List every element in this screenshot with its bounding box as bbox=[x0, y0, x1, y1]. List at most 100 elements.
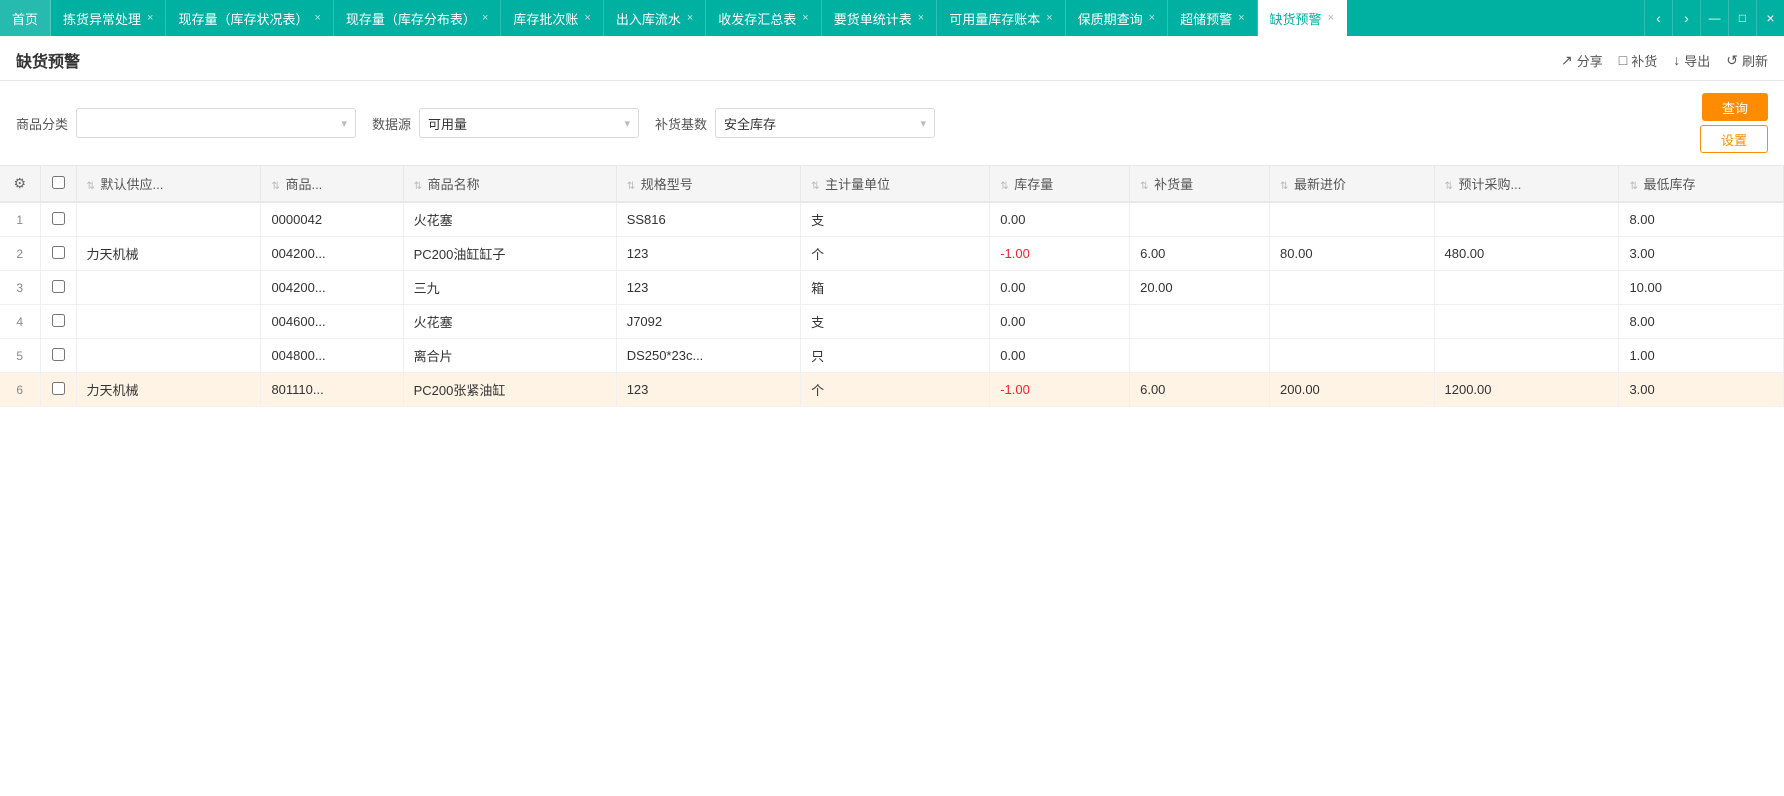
close-orderstats-icon[interactable]: × bbox=[918, 12, 924, 24]
replenish-button[interactable]: □ 补货 bbox=[1619, 51, 1657, 70]
row-checkbox-cell[interactable] bbox=[40, 202, 76, 237]
nav-tab-shortage[interactable]: 缺货预警 × bbox=[1258, 0, 1347, 36]
close-inventory2-icon[interactable]: × bbox=[482, 12, 488, 24]
datasource-chevron-down-icon: ▾ bbox=[625, 117, 631, 130]
col-estimated-purchase[interactable]: ⇅ 预计采购... bbox=[1434, 166, 1619, 202]
close-shortage-icon[interactable]: × bbox=[1328, 12, 1334, 24]
col-default-supplier[interactable]: ⇅ 默认供应... bbox=[76, 166, 261, 202]
close-inoutflow-icon[interactable]: × bbox=[687, 12, 693, 24]
export-button[interactable]: ↓ 导出 bbox=[1673, 51, 1710, 70]
window-maximize-button[interactable]: □ bbox=[1728, 0, 1756, 36]
close-expiryquery-icon[interactable]: × bbox=[1149, 12, 1155, 24]
row-checkbox-cell[interactable] bbox=[40, 271, 76, 305]
row-spec-cell: 123 bbox=[616, 373, 800, 407]
row-name-cell: 火花塞 bbox=[403, 305, 616, 339]
category-select[interactable]: ▾ bbox=[76, 108, 356, 138]
nav-tab-availableaccount-label: 可用量库存账本 bbox=[949, 9, 1040, 28]
nav-tab-batchaccount[interactable]: 库存批次账 × bbox=[501, 0, 603, 36]
replenish-icon: □ bbox=[1619, 52, 1627, 68]
row-unit-cell: 个 bbox=[801, 237, 990, 271]
row-checkbox-cell[interactable] bbox=[40, 339, 76, 373]
nav-tab-inoutflow[interactable]: 出入库流水 × bbox=[604, 0, 706, 36]
replenish-base-filter-item: 补货基数 安全库存 ▾ bbox=[655, 108, 935, 138]
data-table: ⚙ ⇅ 默认供应... ⇅ 商品... ⇅ 商品名称 bbox=[0, 166, 1784, 407]
replenish-label: 补货 bbox=[1631, 51, 1657, 70]
row-estimated-purchase-cell bbox=[1434, 271, 1619, 305]
col-default-supplier-label: 默认供应... bbox=[101, 177, 164, 192]
col-unit[interactable]: ⇅ 主计量单位 bbox=[801, 166, 990, 202]
col-latest-price[interactable]: ⇅ 最新进价 bbox=[1270, 166, 1434, 202]
select-all-checkbox[interactable] bbox=[52, 176, 65, 189]
sort-icon-spec: ⇅ bbox=[627, 181, 635, 192]
row-checkbox-cell[interactable] bbox=[40, 373, 76, 407]
window-minimize-button[interactable]: — bbox=[1700, 0, 1728, 36]
row-spec-cell: DS250*23c... bbox=[616, 339, 800, 373]
sort-icon-code: ⇅ bbox=[271, 181, 279, 192]
table-body: 1 0000042 火花塞 SS816 支 0.00 8.00 2 力天机械 0… bbox=[0, 202, 1784, 407]
nav-tab-orderstats-label: 要货单统计表 bbox=[834, 9, 912, 28]
row-checkbox[interactable] bbox=[52, 280, 65, 293]
query-button[interactable]: 查询 bbox=[1702, 93, 1768, 121]
nav-tab-overstock[interactable]: 超储预警 × bbox=[1168, 0, 1257, 36]
row-checkbox[interactable] bbox=[52, 314, 65, 327]
col-product-code-label: 商品... bbox=[285, 177, 322, 192]
row-checkbox[interactable] bbox=[52, 348, 65, 361]
nav-tab-receiptsummary[interactable]: 收发存汇总表 × bbox=[706, 0, 821, 36]
row-unit-cell: 支 bbox=[801, 202, 990, 237]
nav-arrow-right[interactable]: › bbox=[1672, 0, 1700, 36]
row-latest-price-cell bbox=[1270, 202, 1434, 237]
nav-tab-inventory1[interactable]: 现存量（库存状况表） × bbox=[166, 0, 333, 36]
row-stock-cell: -1.00 bbox=[990, 237, 1130, 271]
datasource-filter-label: 数据源 bbox=[372, 114, 411, 133]
row-estimated-purchase-cell bbox=[1434, 202, 1619, 237]
nav-tab-home[interactable]: 首页 bbox=[0, 0, 51, 36]
refresh-button[interactable]: ↺ 刷新 bbox=[1726, 51, 1768, 70]
datasource-select[interactable]: 可用量 ▾ bbox=[419, 108, 639, 138]
nav-tab-overstock-label: 超储预警 bbox=[1180, 9, 1232, 28]
settings-button[interactable]: 设置 bbox=[1700, 125, 1768, 153]
nav-tab-orderstats[interactable]: 要货单统计表 × bbox=[822, 0, 937, 36]
datasource-filter-item: 数据源 可用量 ▾ bbox=[372, 108, 639, 138]
filter-buttons: 查询 设置 bbox=[1700, 93, 1768, 153]
row-num-cell: 3 bbox=[0, 271, 40, 305]
export-icon: ↓ bbox=[1673, 52, 1680, 68]
col-spec[interactable]: ⇅ 规格型号 bbox=[616, 166, 800, 202]
datasource-select-value: 可用量 bbox=[428, 114, 624, 133]
close-availableaccount-icon[interactable]: × bbox=[1046, 12, 1052, 24]
window-close-button[interactable]: × bbox=[1756, 0, 1784, 36]
nav-tab-inventory2[interactable]: 现存量（库存分布表） × bbox=[334, 0, 501, 36]
row-checkbox-cell[interactable] bbox=[40, 237, 76, 271]
nav-tab-availableaccount[interactable]: 可用量库存账本 × bbox=[937, 0, 1065, 36]
share-button[interactable]: ↗ 分享 bbox=[1561, 51, 1603, 70]
row-checkbox[interactable] bbox=[52, 382, 65, 395]
nav-arrow-left[interactable]: ‹ bbox=[1644, 0, 1672, 36]
close-receiptsummary-icon[interactable]: × bbox=[802, 12, 808, 24]
nav-tab-receiptsummary-label: 收发存汇总表 bbox=[718, 9, 796, 28]
row-min-stock-cell: 10.00 bbox=[1619, 271, 1784, 305]
filter-bar: 商品分类 ▾ 数据源 可用量 ▾ 补货基数 安全库存 ▾ 查询 设置 bbox=[0, 81, 1784, 166]
col-min-stock[interactable]: ⇅ 最低库存 bbox=[1619, 166, 1784, 202]
col-estimated-purchase-label: 预计采购... bbox=[1459, 177, 1522, 192]
category-filter-label: 商品分类 bbox=[16, 114, 68, 133]
nav-tab-expiryquery[interactable]: 保质期查询 × bbox=[1066, 0, 1168, 36]
sort-icon-supplier: ⇅ bbox=[87, 181, 95, 192]
replenish-base-select[interactable]: 安全库存 ▾ bbox=[715, 108, 935, 138]
col-stock[interactable]: ⇅ 库存量 bbox=[990, 166, 1130, 202]
close-batchaccount-icon[interactable]: × bbox=[584, 12, 590, 24]
col-settings[interactable]: ⚙ bbox=[0, 166, 40, 202]
nav-tab-pickabnormal[interactable]: 拣货异常处理 × bbox=[51, 0, 166, 36]
close-inventory1-icon[interactable]: × bbox=[314, 12, 320, 24]
close-overstock-icon[interactable]: × bbox=[1238, 12, 1244, 24]
row-checkbox[interactable] bbox=[52, 246, 65, 259]
row-checkbox-cell[interactable] bbox=[40, 305, 76, 339]
row-replenish-cell bbox=[1130, 339, 1270, 373]
table-row: 3 004200... 三九 123 箱 0.00 20.00 10.00 bbox=[0, 271, 1784, 305]
settings-icon[interactable]: ⚙ bbox=[13, 175, 26, 191]
sort-icon-purchase: ⇅ bbox=[1445, 181, 1453, 192]
col-replenish[interactable]: ⇅ 补货量 bbox=[1130, 166, 1270, 202]
col-product-code[interactable]: ⇅ 商品... bbox=[261, 166, 403, 202]
close-pickabnormal-icon[interactable]: × bbox=[147, 12, 153, 24]
col-product-name[interactable]: ⇅ 商品名称 bbox=[403, 166, 616, 202]
col-replenish-label: 补货量 bbox=[1154, 177, 1193, 192]
row-checkbox[interactable] bbox=[52, 212, 65, 225]
